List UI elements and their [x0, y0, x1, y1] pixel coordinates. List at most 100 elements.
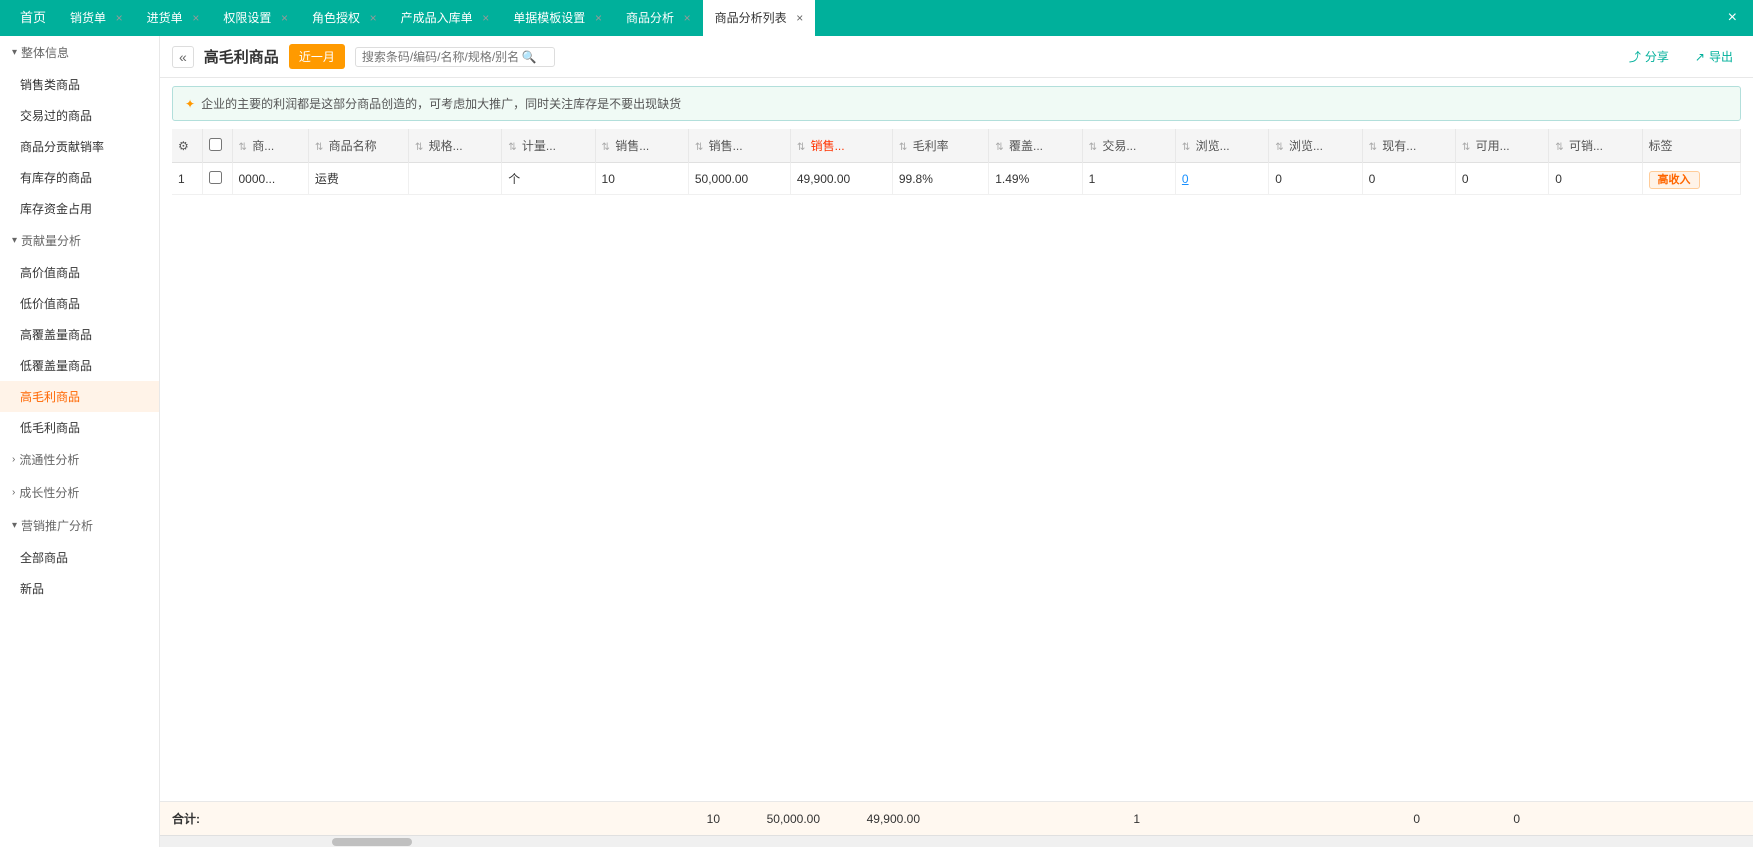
cell-trade: 1 [1082, 163, 1175, 195]
close-role[interactable]: × [370, 11, 377, 25]
cell-view1[interactable]: 0 [1175, 163, 1268, 195]
footer-sale-qty: 10 [640, 812, 720, 826]
close-analysis[interactable]: × [684, 11, 691, 25]
select-all-checkbox[interactable] [209, 138, 222, 151]
nav-role[interactable]: 角色授权 × [300, 0, 389, 36]
close-analysis-list[interactable]: × [796, 11, 803, 25]
col-saleable[interactable]: ⇅ 可销... [1549, 129, 1642, 163]
footer-trade: 1 [1060, 812, 1140, 826]
col-settings[interactable]: ⚙ [172, 129, 202, 163]
cell-available: 0 [1455, 163, 1548, 195]
sidebar-group-growth[interactable]: › 成长性分析 [0, 476, 159, 509]
row-checkbox[interactable] [209, 171, 222, 184]
sort-icon-7: ⇅ [797, 142, 805, 153]
window-close[interactable]: × [1720, 9, 1745, 27]
close-permission[interactable]: × [281, 11, 288, 25]
sidebar-item-low-margin[interactable]: 低毛利商品 [0, 412, 159, 443]
nav-analysis[interactable]: 商品分析 × [614, 0, 703, 36]
cell-index: 1 [172, 163, 202, 195]
col-checkbox [202, 129, 232, 163]
col-sale-qty[interactable]: ⇅ 销售... [595, 129, 688, 163]
arrow-right-icon-2: › [12, 487, 15, 498]
col-code[interactable]: ⇅ 商... [232, 129, 308, 163]
sort-icon-6: ⇅ [695, 142, 703, 153]
export-icon: ↗ [1695, 50, 1705, 64]
close-template[interactable]: × [595, 11, 602, 25]
arrow-right-icon: › [12, 454, 15, 465]
footer-label: 合计: [172, 810, 200, 827]
sidebar-group-contribution[interactable]: ▾ 贡献量分析 [0, 224, 159, 257]
filter-button[interactable]: 近一月 [289, 44, 345, 69]
data-table: ⚙ ⇅ 商... ⇅ 商品名称 [172, 129, 1741, 195]
sort-icon-11: ⇅ [1182, 142, 1190, 153]
sidebar-item-low-value[interactable]: 低价值商品 [0, 288, 159, 319]
col-sale-profit[interactable]: ⇅ 销售... [790, 129, 892, 163]
nav-product-warehouse[interactable]: 产成品入库单 × [389, 0, 502, 36]
arrow-down-icon: ▾ [12, 47, 17, 58]
sort-icon-13: ⇅ [1369, 142, 1377, 153]
col-trade[interactable]: ⇅ 交易... [1082, 129, 1175, 163]
cell-saleable: 0 [1549, 163, 1642, 195]
arrow-down-icon-3: ▾ [12, 520, 17, 531]
view1-link[interactable]: 0 [1182, 172, 1189, 186]
col-tag: 标签 [1642, 129, 1740, 163]
sidebar-group-marketing[interactable]: ▾ 营销推广分析 [0, 509, 159, 542]
col-name[interactable]: ⇅ 商品名称 [308, 129, 408, 163]
nav-analysis-list[interactable]: 商品分析列表 × [703, 0, 816, 36]
sidebar-item-new-goods[interactable]: 新品 [0, 573, 159, 604]
close-sales[interactable]: × [116, 11, 123, 25]
close-product-warehouse[interactable]: × [482, 11, 489, 25]
horizontal-scrollbar[interactable] [160, 835, 1753, 847]
scrollbar-thumb[interactable] [332, 838, 412, 846]
cell-tag: 高收入 [1642, 163, 1740, 195]
top-nav: 首页 销货单 × 进货单 × 权限设置 × 角色授权 × 产成品入库单 × 单据… [0, 0, 1753, 36]
sidebar-item-low-coverage[interactable]: 低覆盖量商品 [0, 350, 159, 381]
nav-sales[interactable]: 销货单 × [58, 0, 135, 36]
cell-spec [408, 163, 501, 195]
sidebar-item-capital[interactable]: 库存资金占用 [0, 193, 159, 224]
table-row: 1 0000... 运费 个 10 50,000.00 49,900.00 99… [172, 163, 1741, 195]
table-container: ⚙ ⇅ 商... ⇅ 商品名称 [160, 129, 1753, 801]
sidebar-item-contribution[interactable]: 商品分贡献销率 [0, 131, 159, 162]
search-icon[interactable]: 🔍 [522, 50, 537, 64]
nav-purchase[interactable]: 进货单 × [135, 0, 212, 36]
sidebar-item-all-goods[interactable]: 全部商品 [0, 542, 159, 573]
sidebar-item-in-stock[interactable]: 有库存的商品 [0, 162, 159, 193]
sidebar-group-flow[interactable]: › 流通性分析 [0, 443, 159, 476]
col-current[interactable]: ⇅ 现有... [1362, 129, 1455, 163]
collapse-button[interactable]: « [172, 46, 194, 68]
col-view2[interactable]: ⇅ 浏览... [1269, 129, 1362, 163]
col-view1[interactable]: ⇅ 浏览... [1175, 129, 1268, 163]
sidebar-item-sales-goods[interactable]: 销售类商品 [0, 69, 159, 100]
sort-icon-14: ⇅ [1462, 142, 1470, 153]
nav-template[interactable]: 单据模板设置 × [501, 0, 614, 36]
sidebar-item-high-value[interactable]: 高价值商品 [0, 257, 159, 288]
sidebar: ▾ 整体信息 销售类商品 交易过的商品 商品分贡献销率 有库存的商品 库存资金占… [0, 36, 160, 847]
sidebar-item-traded-goods[interactable]: 交易过的商品 [0, 100, 159, 131]
nav-permission[interactable]: 权限设置 × [211, 0, 300, 36]
sidebar-item-high-margin[interactable]: 高毛利商品 [0, 381, 159, 412]
col-spec[interactable]: ⇅ 规格... [408, 129, 501, 163]
footer-sale-amount: 50,000.00 [740, 812, 820, 826]
search-input[interactable] [362, 50, 522, 64]
info-icon: ✦ [185, 97, 195, 111]
col-gross-rate[interactable]: ⇅ 毛利率 [892, 129, 988, 163]
col-coverage[interactable]: ⇅ 覆盖... [989, 129, 1082, 163]
export-button[interactable]: ↗ 导出 [1687, 44, 1741, 69]
cell-view2: 0 [1269, 163, 1362, 195]
sidebar-item-high-coverage[interactable]: 高覆盖量商品 [0, 319, 159, 350]
footer-saleable: 0 [1440, 812, 1520, 826]
arrow-down-icon-2: ▾ [12, 235, 17, 246]
col-unit[interactable]: ⇅ 计量... [502, 129, 595, 163]
content-header: « 高毛利商品 近一月 🔍 ⤴ 分享 ↗ 导出 [160, 36, 1753, 78]
col-available[interactable]: ⇅ 可用... [1455, 129, 1548, 163]
tag-badge: 高收入 [1649, 171, 1700, 189]
cell-sale-profit: 49,900.00 [790, 163, 892, 195]
share-button[interactable]: ⤴ 分享 [1621, 44, 1677, 69]
close-purchase[interactable]: × [192, 11, 199, 25]
col-sale-amount[interactable]: ⇅ 销售... [688, 129, 790, 163]
sort-icon-12: ⇅ [1275, 142, 1283, 153]
nav-home[interactable]: 首页 [8, 0, 58, 36]
share-icon: ⤴ [1629, 48, 1641, 65]
sidebar-group-overall[interactable]: ▾ 整体信息 [0, 36, 159, 69]
